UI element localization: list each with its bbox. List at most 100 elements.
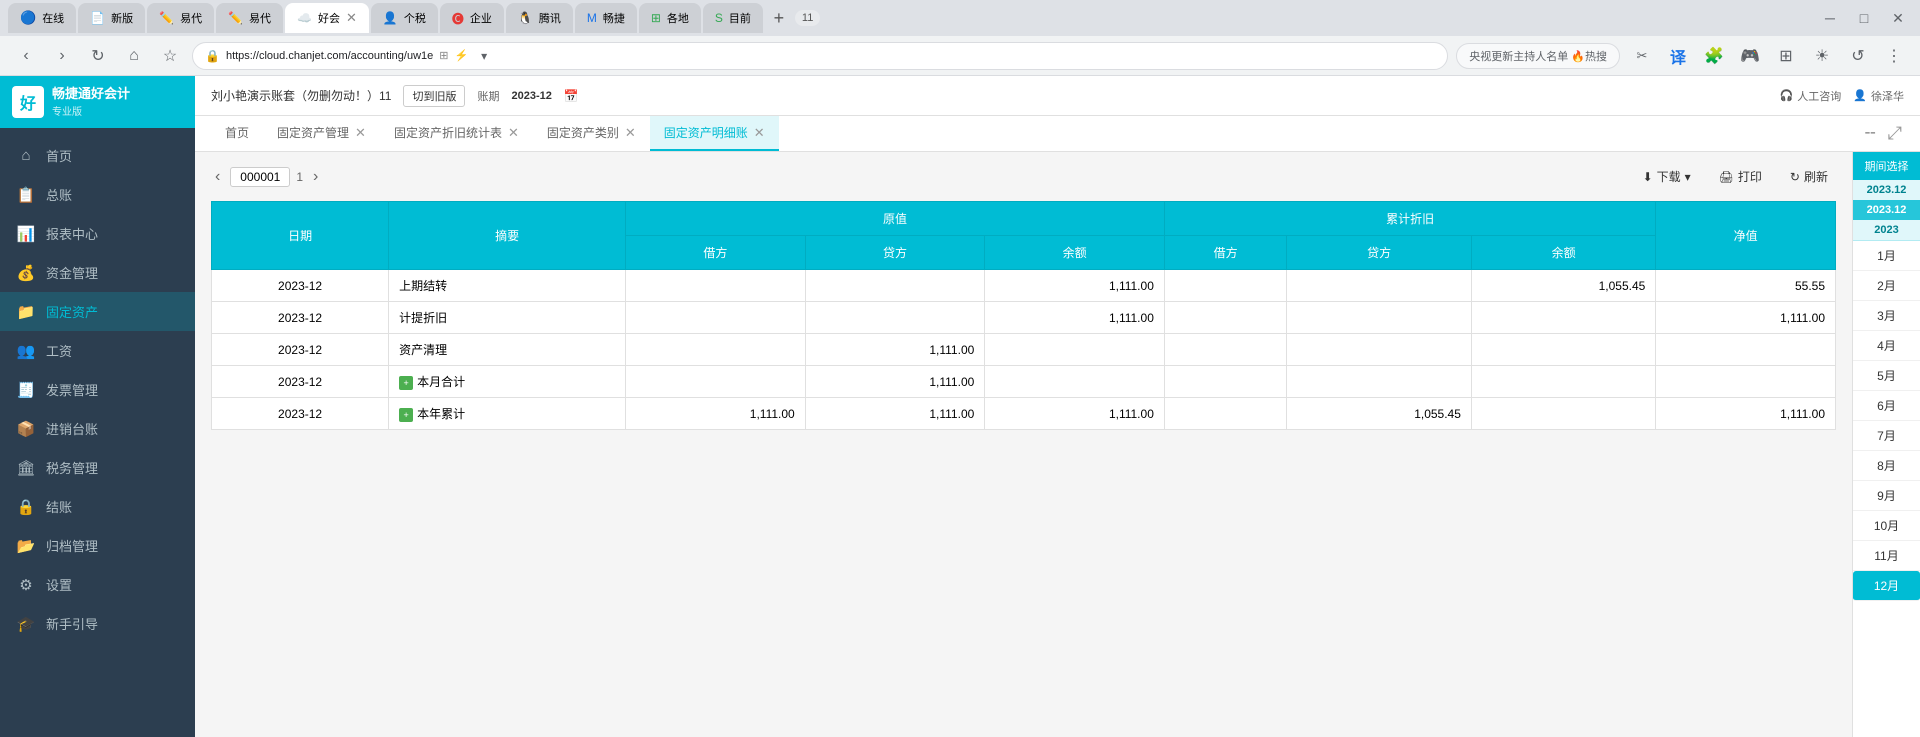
close-button[interactable]: ✕ (1884, 4, 1912, 32)
tab-asset-detail-ledger[interactable]: 固定资产明细账 ✕ (650, 116, 779, 151)
gaming-icon[interactable]: 🎮 (1736, 42, 1764, 70)
tab-asset-detail-ledger-close[interactable]: ✕ (754, 125, 765, 141)
tab-fixed-assets-management-label: 固定资产管理 (277, 124, 349, 141)
user-info[interactable]: 👤 徐泽华 (1853, 88, 1904, 104)
browser-tab-gedi[interactable]: ⊞ 各地 (639, 3, 701, 33)
browser-tab-yidai2[interactable]: ✏️ 易代 (216, 3, 283, 33)
sidebar-logo: 好 畅捷通好会计 专业版 (0, 76, 195, 128)
period-month-3[interactable]: 3月 (1853, 301, 1920, 331)
browser-tab-tencent[interactable]: 🐧 腾讯 (506, 3, 573, 33)
browser-tab-online[interactable]: 🔵 在线 (8, 3, 76, 33)
period-month-9[interactable]: 9月 (1853, 481, 1920, 511)
forward-button[interactable]: › (48, 42, 76, 70)
maximize-button[interactable]: □ (1850, 4, 1878, 32)
sidebar-item-reports[interactable]: 📊 报表中心 (0, 214, 195, 253)
menu-button[interactable]: ⋮ (1880, 42, 1908, 70)
home-icon: ⌂ (16, 147, 36, 164)
sidebar-item-funds[interactable]: 💰 资金管理 (0, 253, 195, 292)
address-bar[interactable]: 🔒 https://cloud.chanjet.com/accounting/u… (192, 42, 1448, 70)
browser-tab-close[interactable]: ✕ (346, 10, 357, 26)
sidebar-item-settlement[interactable]: 🔒 结账 (0, 487, 195, 526)
cell-net-value-0: 55.55 (1656, 270, 1836, 302)
tab-label: 在线 (42, 10, 64, 26)
period-month-10[interactable]: 10月 (1853, 511, 1920, 541)
bookmark-button[interactable]: ☆ (156, 42, 184, 70)
tab-home[interactable]: 首页 (211, 116, 263, 151)
download-button[interactable]: ⬇ 下载 ▾ (1635, 164, 1699, 189)
period-month-4[interactable]: 4月 (1853, 331, 1920, 361)
headset-icon: 🎧 (1780, 89, 1794, 102)
refresh-button[interactable]: ↻ 刷新 (1782, 164, 1836, 189)
tab-label: 个税 (404, 10, 426, 26)
sidebar-item-fixed-assets[interactable]: 📁 固定资产 (0, 292, 195, 331)
account-name: 刘小艳演示账套（勿删勿动！）11 (211, 87, 391, 104)
switch-version-button[interactable]: 切到旧版 (403, 85, 465, 107)
apps-icon[interactable]: ⊞ (1772, 42, 1800, 70)
period-month-1[interactable]: 1月 (1853, 241, 1920, 271)
reload-button[interactable]: ↻ (84, 42, 112, 70)
period-month-6[interactable]: 6月 (1853, 391, 1920, 421)
settings-icon: ⚙ (16, 576, 36, 594)
tab-expand-icon[interactable]: ⤢ (1886, 121, 1904, 146)
sidebar-label-funds: 资金管理 (46, 263, 98, 282)
period-selected-year1[interactable]: 2023.12 (1853, 180, 1920, 200)
ledger-icon: 📋 (16, 186, 36, 204)
extensions-icon[interactable]: 🧩 (1700, 42, 1728, 70)
tab-asset-category[interactable]: 固定资产类别 ✕ (533, 116, 650, 151)
next-page-button[interactable]: › (309, 166, 322, 188)
sidebar-item-tax[interactable]: 🏛 税务管理 (0, 448, 195, 487)
translate-icon[interactable]: 译 (1664, 42, 1692, 70)
print-button[interactable]: 🖨 打印 (1711, 164, 1770, 189)
table-row: 2023-12 计提折旧 1,111.00 1,111.00 (212, 302, 1836, 334)
browser-tab-yidai1[interactable]: ✏️ 易代 (147, 3, 214, 33)
browser-tab-qiye[interactable]: 🅒 企业 (440, 3, 504, 33)
browser-tab-geshui[interactable]: 👤 个税 (371, 3, 438, 33)
page-index: 1 (296, 170, 303, 184)
sidebar-item-guide[interactable]: 🎓 新手引导 (0, 604, 195, 643)
sidebar-item-payroll[interactable]: 👥 工资 (0, 331, 195, 370)
tab-fixed-assets-management-close[interactable]: ✕ (355, 125, 366, 141)
tab-home-label: 首页 (225, 124, 249, 141)
tab-asset-category-close[interactable]: ✕ (625, 125, 636, 141)
sidebar-item-home[interactable]: ⌂ 首页 (0, 136, 195, 175)
fixed-assets-icon: 📁 (16, 303, 36, 321)
period-selected-year2[interactable]: 2023.12 (1853, 200, 1920, 220)
browser-tab-new[interactable]: 📄 新版 (78, 3, 145, 33)
calendar-icon[interactable]: 📅 (564, 89, 579, 103)
sidebar-item-inventory[interactable]: 📦 进销台账 (0, 409, 195, 448)
browser-tab-changjie[interactable]: M 畅捷 (575, 3, 637, 33)
period-month-5[interactable]: 5月 (1853, 361, 1920, 391)
page-number-input[interactable] (230, 167, 290, 187)
period-month-12[interactable]: 12月 (1853, 571, 1920, 601)
tab-count-badge[interactable]: 11 (795, 10, 820, 26)
prev-page-button[interactable]: ‹ (211, 166, 224, 188)
browser-tab-haohui[interactable]: ☁️ 好会 ✕ (285, 3, 369, 33)
url-dropdown-button[interactable]: ▾ (474, 46, 494, 66)
table-row: 2023-12 资产清理 1,111.00 (212, 334, 1836, 366)
sidebar-item-archive[interactable]: 📂 归档管理 (0, 526, 195, 565)
sidebar-item-settings[interactable]: ⚙ 设置 (0, 565, 195, 604)
cut-icon[interactable]: ✂ (1628, 42, 1656, 70)
refresh-icon: ↻ (1790, 170, 1800, 184)
period-month-2[interactable]: 2月 (1853, 271, 1920, 301)
minimize-button[interactable]: ─ (1816, 4, 1844, 32)
cell-date-4: 2023-12 (212, 398, 389, 430)
cell-orig-balance-1: 1,111.00 (985, 302, 1165, 334)
customer-service-button[interactable]: 🎧 人工咨询 (1780, 88, 1842, 104)
period-month-11[interactable]: 11月 (1853, 541, 1920, 571)
tab-depreciation-stats-close[interactable]: ✕ (508, 125, 519, 141)
tab-fixed-assets-management[interactable]: 固定资产管理 ✕ (263, 116, 380, 151)
back-button[interactable]: ‹ (12, 42, 40, 70)
home-button[interactable]: ⌂ (120, 42, 148, 70)
tab-depreciation-stats[interactable]: 固定资产折旧统计表 ✕ (380, 116, 533, 151)
brightness-icon[interactable]: ☀ (1808, 42, 1836, 70)
sidebar-item-ledger[interactable]: 📋 总账 (0, 175, 195, 214)
period-month-7[interactable]: 7月 (1853, 421, 1920, 451)
cell-orig-balance-4: 1,111.00 (985, 398, 1165, 430)
period-month-8[interactable]: 8月 (1853, 451, 1920, 481)
history-back-icon[interactable]: ↺ (1844, 42, 1872, 70)
sidebar-item-invoice[interactable]: 🧾 发票管理 (0, 370, 195, 409)
tab-collapse-icon[interactable]: ╌ (1863, 121, 1878, 146)
browser-tab-mubiao[interactable]: S 目前 (703, 3, 763, 33)
new-tab-button[interactable]: + (765, 4, 793, 32)
